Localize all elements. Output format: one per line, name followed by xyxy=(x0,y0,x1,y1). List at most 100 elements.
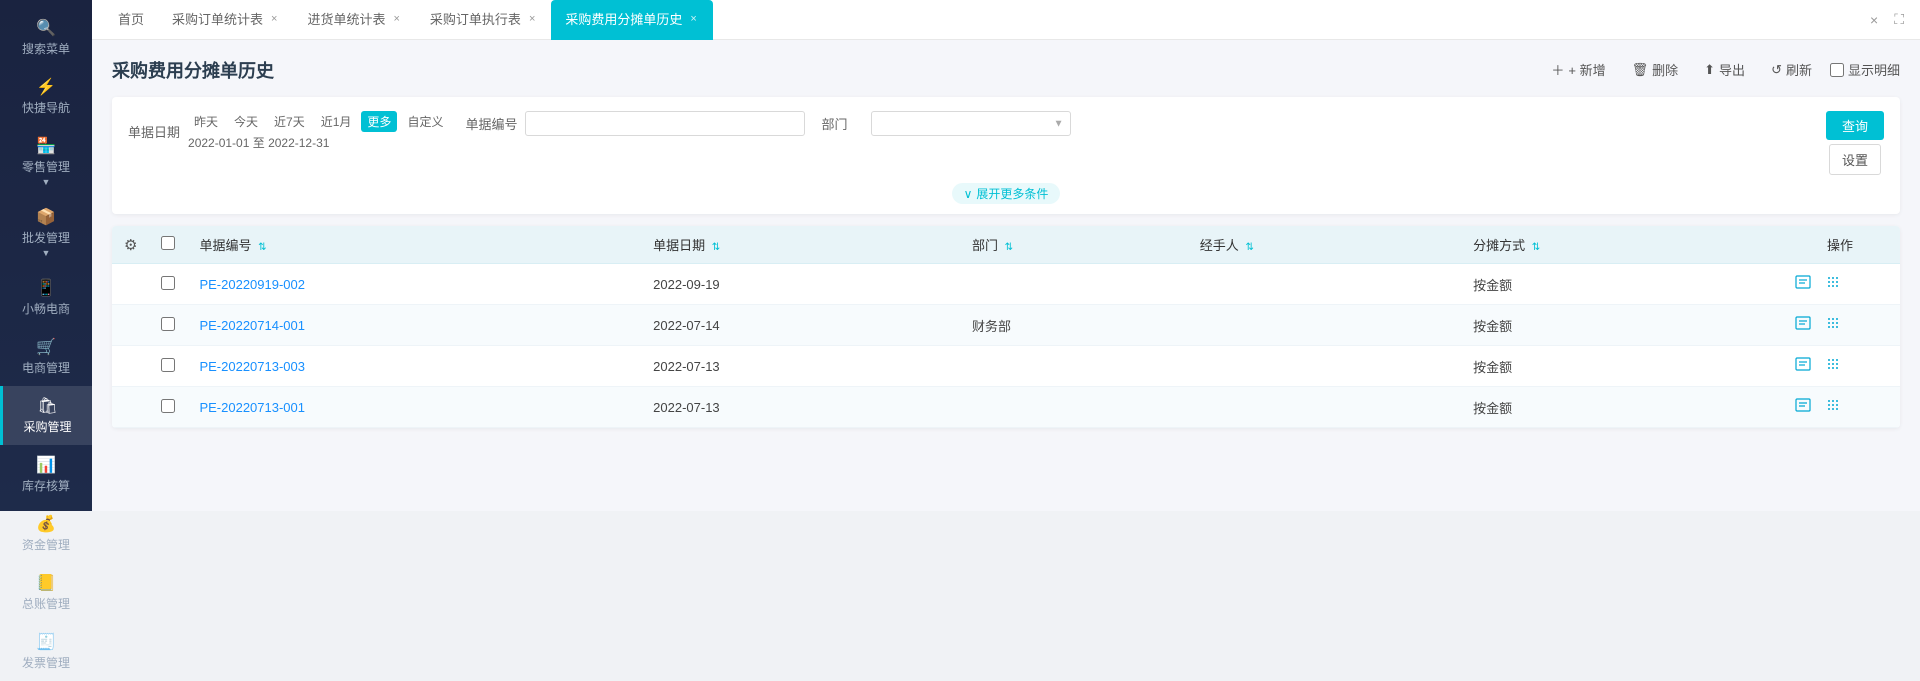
row-handler xyxy=(1188,305,1461,346)
tab-purchase-order-exec[interactable]: 采购订单执行表 × xyxy=(416,0,551,40)
row-dept xyxy=(960,346,1188,387)
sidebar-item-inventory[interactable]: 📊 库存核算 xyxy=(0,445,92,504)
view-action-icon[interactable] xyxy=(1792,272,1814,296)
tab-close-purchase-fee-history[interactable]: × xyxy=(688,12,698,26)
order-no-column-header[interactable]: 单据编号 ⇅ xyxy=(187,226,641,264)
sidebar-item-shortcut[interactable]: ⚡ 快捷导航 xyxy=(0,67,92,126)
tab-close-purchase-order-exec[interactable]: × xyxy=(527,12,537,26)
view-action-icon[interactable] xyxy=(1792,354,1814,378)
row-checkbox[interactable] xyxy=(161,358,175,372)
delete-icon: 🗑 xyxy=(1632,62,1649,78)
row-order-no[interactable]: PE-20220714-001 xyxy=(187,305,641,346)
select-all-checkbox[interactable] xyxy=(161,236,175,250)
export-button[interactable]: ⬆ 导出 xyxy=(1696,56,1753,83)
edit-action-icon[interactable] xyxy=(1822,272,1844,296)
date-range-display: 2022-01-01 至 2022-12-31 xyxy=(188,134,449,151)
show-cols-checkbox[interactable] xyxy=(1830,63,1844,77)
row-checkbox-cell[interactable] xyxy=(149,387,187,428)
dept-select[interactable]: 财务部 xyxy=(871,111,1071,136)
order-no-input[interactable] xyxy=(525,111,805,136)
ecommerce-nav-icon: 🛒 xyxy=(36,337,56,357)
chevron-down-icon: ▼ xyxy=(42,177,51,187)
expand-label: 展开更多条件 xyxy=(976,185,1048,202)
row-split-method: 按金额 xyxy=(1461,346,1780,387)
sidebar-item-invoice[interactable]: 🧾 发票管理 xyxy=(0,622,92,681)
sidebar-item-purchase[interactable]: 🛍 采购管理 xyxy=(0,386,92,445)
handler-column-header[interactable]: 经手人 ⇅ xyxy=(1188,226,1461,264)
gear-icon[interactable]: ⚙ xyxy=(124,237,137,254)
show-cols-toggle[interactable]: 显示明细 xyxy=(1830,60,1900,79)
row-order-no[interactable]: PE-20220713-001 xyxy=(187,387,641,428)
row-checkbox[interactable] xyxy=(161,317,175,331)
expand-more-btn[interactable]: ∨ 展开更多条件 xyxy=(952,183,1061,204)
sidebar-item-wholesale[interactable]: 📦 批发管理 ▼ xyxy=(0,197,92,268)
export-label: 导出 xyxy=(1719,60,1745,79)
tab-bar: 首页 采购订单统计表 × 进货单统计表 × 采购订单执行表 × 采购费用分摊单历… xyxy=(92,0,1920,40)
tab-incoming-stats[interactable]: 进货单统计表 × xyxy=(293,0,415,40)
order-no-link[interactable]: PE-20220713-003 xyxy=(199,359,305,374)
chevron-down-icon: ▼ xyxy=(42,248,51,258)
row-handler xyxy=(1188,387,1461,428)
edit-action-icon[interactable] xyxy=(1822,395,1844,419)
order-no-link[interactable]: PE-20220714-001 xyxy=(199,318,305,333)
sidebar-item-ecommerce[interactable]: 🛒 电商管理 xyxy=(0,327,92,386)
search-button[interactable]: 查询 xyxy=(1826,111,1884,140)
row-checkbox-cell[interactable] xyxy=(149,346,187,387)
sidebar-item-retail[interactable]: 🏪 零售管理 ▼ xyxy=(0,126,92,197)
tab-home[interactable]: 首页 xyxy=(104,0,158,40)
row-order-no[interactable]: PE-20220919-002 xyxy=(187,264,641,305)
order-no-link[interactable]: PE-20220713-001 xyxy=(199,400,305,415)
row-split-method: 按金额 xyxy=(1461,387,1780,428)
row-handler xyxy=(1188,346,1461,387)
purchase-nav-icon: 🛍 xyxy=(37,396,57,416)
tab-purchase-order-stats[interactable]: 采购订单统计表 × xyxy=(158,0,293,40)
row-checkbox[interactable] xyxy=(161,399,175,413)
last1month-btn[interactable]: 近1月 xyxy=(315,111,358,132)
close-all-tabs-button[interactable]: × xyxy=(1866,10,1882,30)
tab-close-purchase-order-stats[interactable]: × xyxy=(269,12,279,26)
settings-column-header[interactable]: ⚙ xyxy=(112,226,149,264)
tab-purchase-order-stats-label: 采购订单统计表 xyxy=(172,9,263,28)
row-dept xyxy=(960,264,1188,305)
add-button[interactable]: ＋ + 新增 xyxy=(1543,56,1613,83)
today-btn[interactable]: 今天 xyxy=(228,111,264,132)
checkbox-column-header[interactable] xyxy=(149,226,187,264)
sort-icon: ⇅ xyxy=(1245,242,1253,253)
main-area: 首页 采购订单统计表 × 进货单统计表 × 采购订单执行表 × 采购费用分摊单历… xyxy=(92,0,1920,511)
more-date-btn[interactable]: 更多 xyxy=(361,111,397,132)
tab-bar-actions: × ⛶ xyxy=(1866,9,1908,30)
view-action-icon[interactable] xyxy=(1792,313,1814,337)
dept-column-header[interactable]: 部门 ⇅ xyxy=(960,226,1188,264)
view-action-icon[interactable] xyxy=(1792,395,1814,419)
sidebar-item-mini[interactable]: 📱 小畅电商 xyxy=(0,268,92,327)
refresh-button[interactable]: ↺ 刷新 xyxy=(1763,56,1820,83)
edit-action-icon[interactable] xyxy=(1822,313,1844,337)
row-checkbox[interactable] xyxy=(161,276,175,290)
fullscreen-button[interactable]: ⛶ xyxy=(1890,9,1908,30)
split-method-column-header[interactable]: 分摊方式 ⇅ xyxy=(1461,226,1780,264)
toolbar: ＋ + 新增 🗑 删除 ⬆ 导出 ↺ 刷新 显示明细 xyxy=(1543,56,1900,83)
yesterday-btn[interactable]: 昨天 xyxy=(188,111,224,132)
date-column-header[interactable]: 单据日期 ⇅ xyxy=(641,226,960,264)
actions-column-header: 操作 xyxy=(1780,226,1900,264)
row-checkbox-cell[interactable] xyxy=(149,264,187,305)
sidebar-item-capital[interactable]: 💰 资金管理 xyxy=(0,504,92,563)
sidebar-item-search[interactable]: 🔍 搜索菜单 xyxy=(0,8,92,67)
order-no-link[interactable]: PE-20220919-002 xyxy=(199,277,305,292)
tab-close-incoming-stats[interactable]: × xyxy=(391,12,401,26)
data-table: ⚙ 单据编号 ⇅ 单据日期 ⇅ xyxy=(112,226,1900,428)
last7days-btn[interactable]: 近7天 xyxy=(268,111,311,132)
dept-label: 部门 xyxy=(821,114,863,133)
sidebar-item-ledger[interactable]: 📒 总账管理 xyxy=(0,563,92,622)
edit-action-icon[interactable] xyxy=(1822,354,1844,378)
page-title-bar: 采购费用分摊单历史 ＋ + 新增 🗑 删除 ⬆ 导出 ↺ 刷新 xyxy=(112,56,1900,83)
custom-date-btn[interactable]: 自定义 xyxy=(401,111,449,132)
delete-button[interactable]: 🗑 删除 xyxy=(1624,56,1687,83)
sidebar-item-label: 采购管理 xyxy=(23,418,71,435)
tab-purchase-fee-history[interactable]: 采购费用分摊单历史 × xyxy=(551,0,712,40)
row-checkbox-cell[interactable] xyxy=(149,305,187,346)
setting-button[interactable]: 设置 xyxy=(1829,144,1881,175)
row-order-no[interactable]: PE-20220713-003 xyxy=(187,346,641,387)
row-actions xyxy=(1780,387,1900,428)
order-no-col-label: 单据编号 xyxy=(199,238,251,253)
